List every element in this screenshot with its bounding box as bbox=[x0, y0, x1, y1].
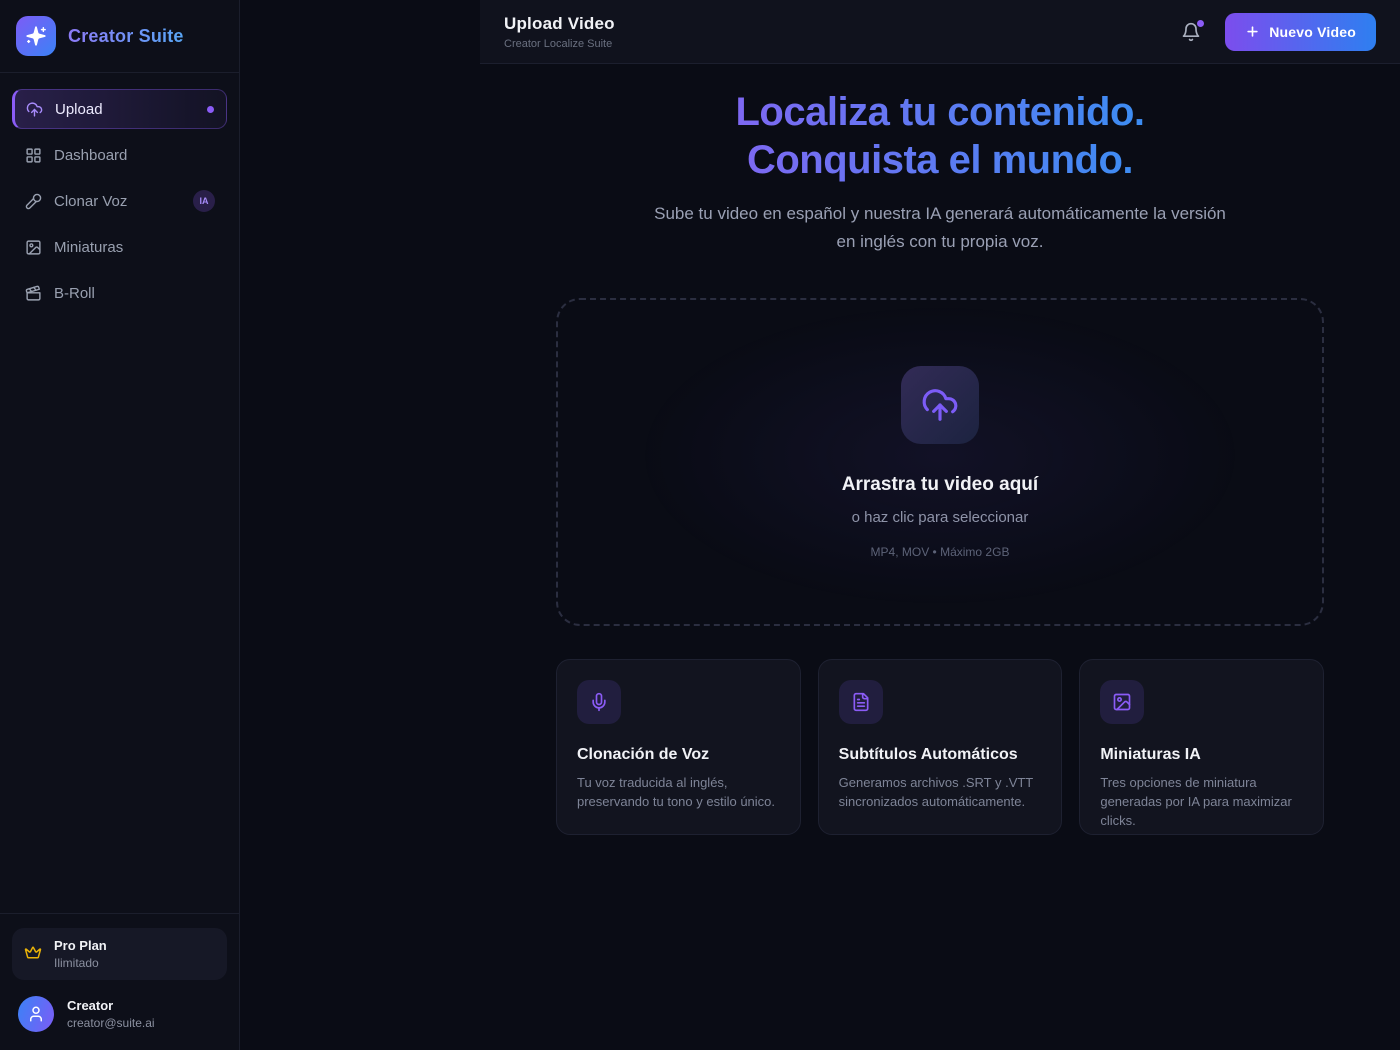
user-email: creator@suite.ai bbox=[67, 1016, 155, 1030]
dropzone-subtitle: o haz clic para seleccionar bbox=[851, 508, 1029, 526]
brand[interactable]: Creator Suite bbox=[0, 0, 239, 72]
feature-card-subtitles: Subtítulos Automáticos Generamos archivo… bbox=[817, 659, 1063, 835]
crown-icon bbox=[24, 945, 42, 963]
sidebar-item-miniaturas[interactable]: Miniaturas bbox=[12, 227, 227, 267]
plus-icon bbox=[1247, 26, 1258, 37]
feature-title: Clonación de Voz bbox=[577, 746, 710, 763]
topbar: Upload Video Creator Localize Suite Nuev… bbox=[480, 0, 1400, 64]
sidebar-item-label: Miniaturas bbox=[54, 238, 124, 256]
feature-card-voice-cloning: Clonación de Voz Tu voz traducida al ing… bbox=[556, 659, 801, 835]
active-dot bbox=[207, 105, 214, 113]
sidebar-item-broll[interactable]: B-Roll bbox=[12, 273, 227, 313]
sidebar-item-label: Clonar Voz bbox=[54, 192, 128, 210]
plan-info: Pro Plan Ilimitado bbox=[54, 938, 107, 970]
hero-subtitle: Sube tu video en español y nuestra IA ge… bbox=[654, 204, 1226, 251]
ia-badge: IA bbox=[193, 190, 215, 212]
hero-title: Localiza tu contenido. Conquista el mund… bbox=[735, 88, 1144, 184]
feature-description: Generamos archivos .SRT y .VTT sincroniz… bbox=[838, 775, 1034, 809]
plan-subtitle: Ilimitado bbox=[54, 956, 99, 970]
topbar-titles: Upload Video Creator Localize Suite bbox=[504, 14, 615, 50]
user-info: Creator creator@suite.ai bbox=[67, 998, 155, 1030]
image-icon bbox=[24, 238, 42, 256]
sidebar-nav: Upload Dashboard Clonar Voz IA Miniatura… bbox=[0, 73, 239, 913]
cloud-upload-icon bbox=[25, 100, 43, 118]
sidebar-item-label: B-Roll bbox=[54, 284, 95, 302]
hero-title-line1: Localiza tu contenido. bbox=[735, 90, 1145, 134]
feature-cards: Clonación de Voz Tu voz traducida al ing… bbox=[556, 659, 1325, 835]
sidebar-item-dashboard[interactable]: Dashboard bbox=[12, 135, 227, 175]
sidebar-item-upload[interactable]: Upload bbox=[12, 89, 227, 129]
feature-description: Tres opciones de miniatura generadas por… bbox=[1100, 775, 1292, 828]
cloud-upload-icon bbox=[901, 365, 979, 444]
topbar-actions: Nuevo Video bbox=[1181, 12, 1376, 51]
sidebar-item-label: Dashboard bbox=[54, 146, 128, 164]
upload-dropzone[interactable]: Arrastra tu video aquí o haz clic para s… bbox=[556, 298, 1324, 626]
notification-dot bbox=[1197, 19, 1205, 27]
mic-slant-icon bbox=[24, 192, 42, 210]
feature-title: Subtítulos Automáticos bbox=[838, 746, 1018, 763]
sidebar-item-label: Upload bbox=[55, 100, 103, 118]
mic-icon bbox=[577, 680, 621, 724]
main-inner: Upload Video Creator Localize Suite Nuev… bbox=[480, 0, 1400, 1050]
hero-title-line2: Conquista el mundo. bbox=[746, 138, 1134, 182]
page-title: Upload Video bbox=[504, 13, 615, 33]
sidebar-item-clonar-voz[interactable]: Clonar Voz IA bbox=[12, 181, 227, 221]
dropzone-file-requirements: MP4, MOV • Máximo 2GB bbox=[870, 544, 1010, 559]
plan-title: Pro Plan bbox=[54, 938, 107, 953]
sidebar: Creator Suite Upload Dashboard Clonar Vo… bbox=[0, 0, 240, 1050]
file-text-icon bbox=[838, 680, 883, 724]
feature-title: Miniaturas IA bbox=[1100, 746, 1201, 763]
user-menu[interactable]: Creator creator@suite.ai bbox=[12, 980, 227, 1034]
notifications-button[interactable] bbox=[1181, 19, 1205, 42]
feature-description: Tu voz traducida al inglés, preservando … bbox=[577, 775, 776, 809]
dropzone-title: Arrastra tu video aquí bbox=[841, 473, 1039, 495]
page-subtitle: Creator Localize Suite bbox=[504, 37, 613, 50]
new-video-label: Nuevo Video bbox=[1269, 23, 1356, 40]
clapperboard-icon bbox=[24, 284, 42, 302]
sparkles-icon bbox=[16, 16, 56, 56]
app-root: Creator Suite Upload Dashboard Clonar Vo… bbox=[0, 0, 1400, 1050]
content: Localiza tu contenido. Conquista el mund… bbox=[480, 88, 1400, 835]
avatar bbox=[18, 996, 54, 1032]
grid-icon bbox=[24, 146, 42, 164]
image-icon bbox=[1100, 680, 1145, 724]
plan-card: Pro Plan Ilimitado bbox=[12, 928, 227, 980]
main-area: Upload Video Creator Localize Suite Nuev… bbox=[240, 0, 1400, 1050]
brand-name: Creator Suite bbox=[68, 25, 184, 46]
user-name: Creator bbox=[67, 998, 114, 1013]
new-video-button[interactable]: Nuevo Video bbox=[1225, 12, 1376, 51]
feature-card-thumbnails: Miniaturas IA Tres opciones de miniatura… bbox=[1079, 659, 1325, 835]
sidebar-bottom: Pro Plan Ilimitado Creator creator@suite… bbox=[0, 913, 239, 1050]
